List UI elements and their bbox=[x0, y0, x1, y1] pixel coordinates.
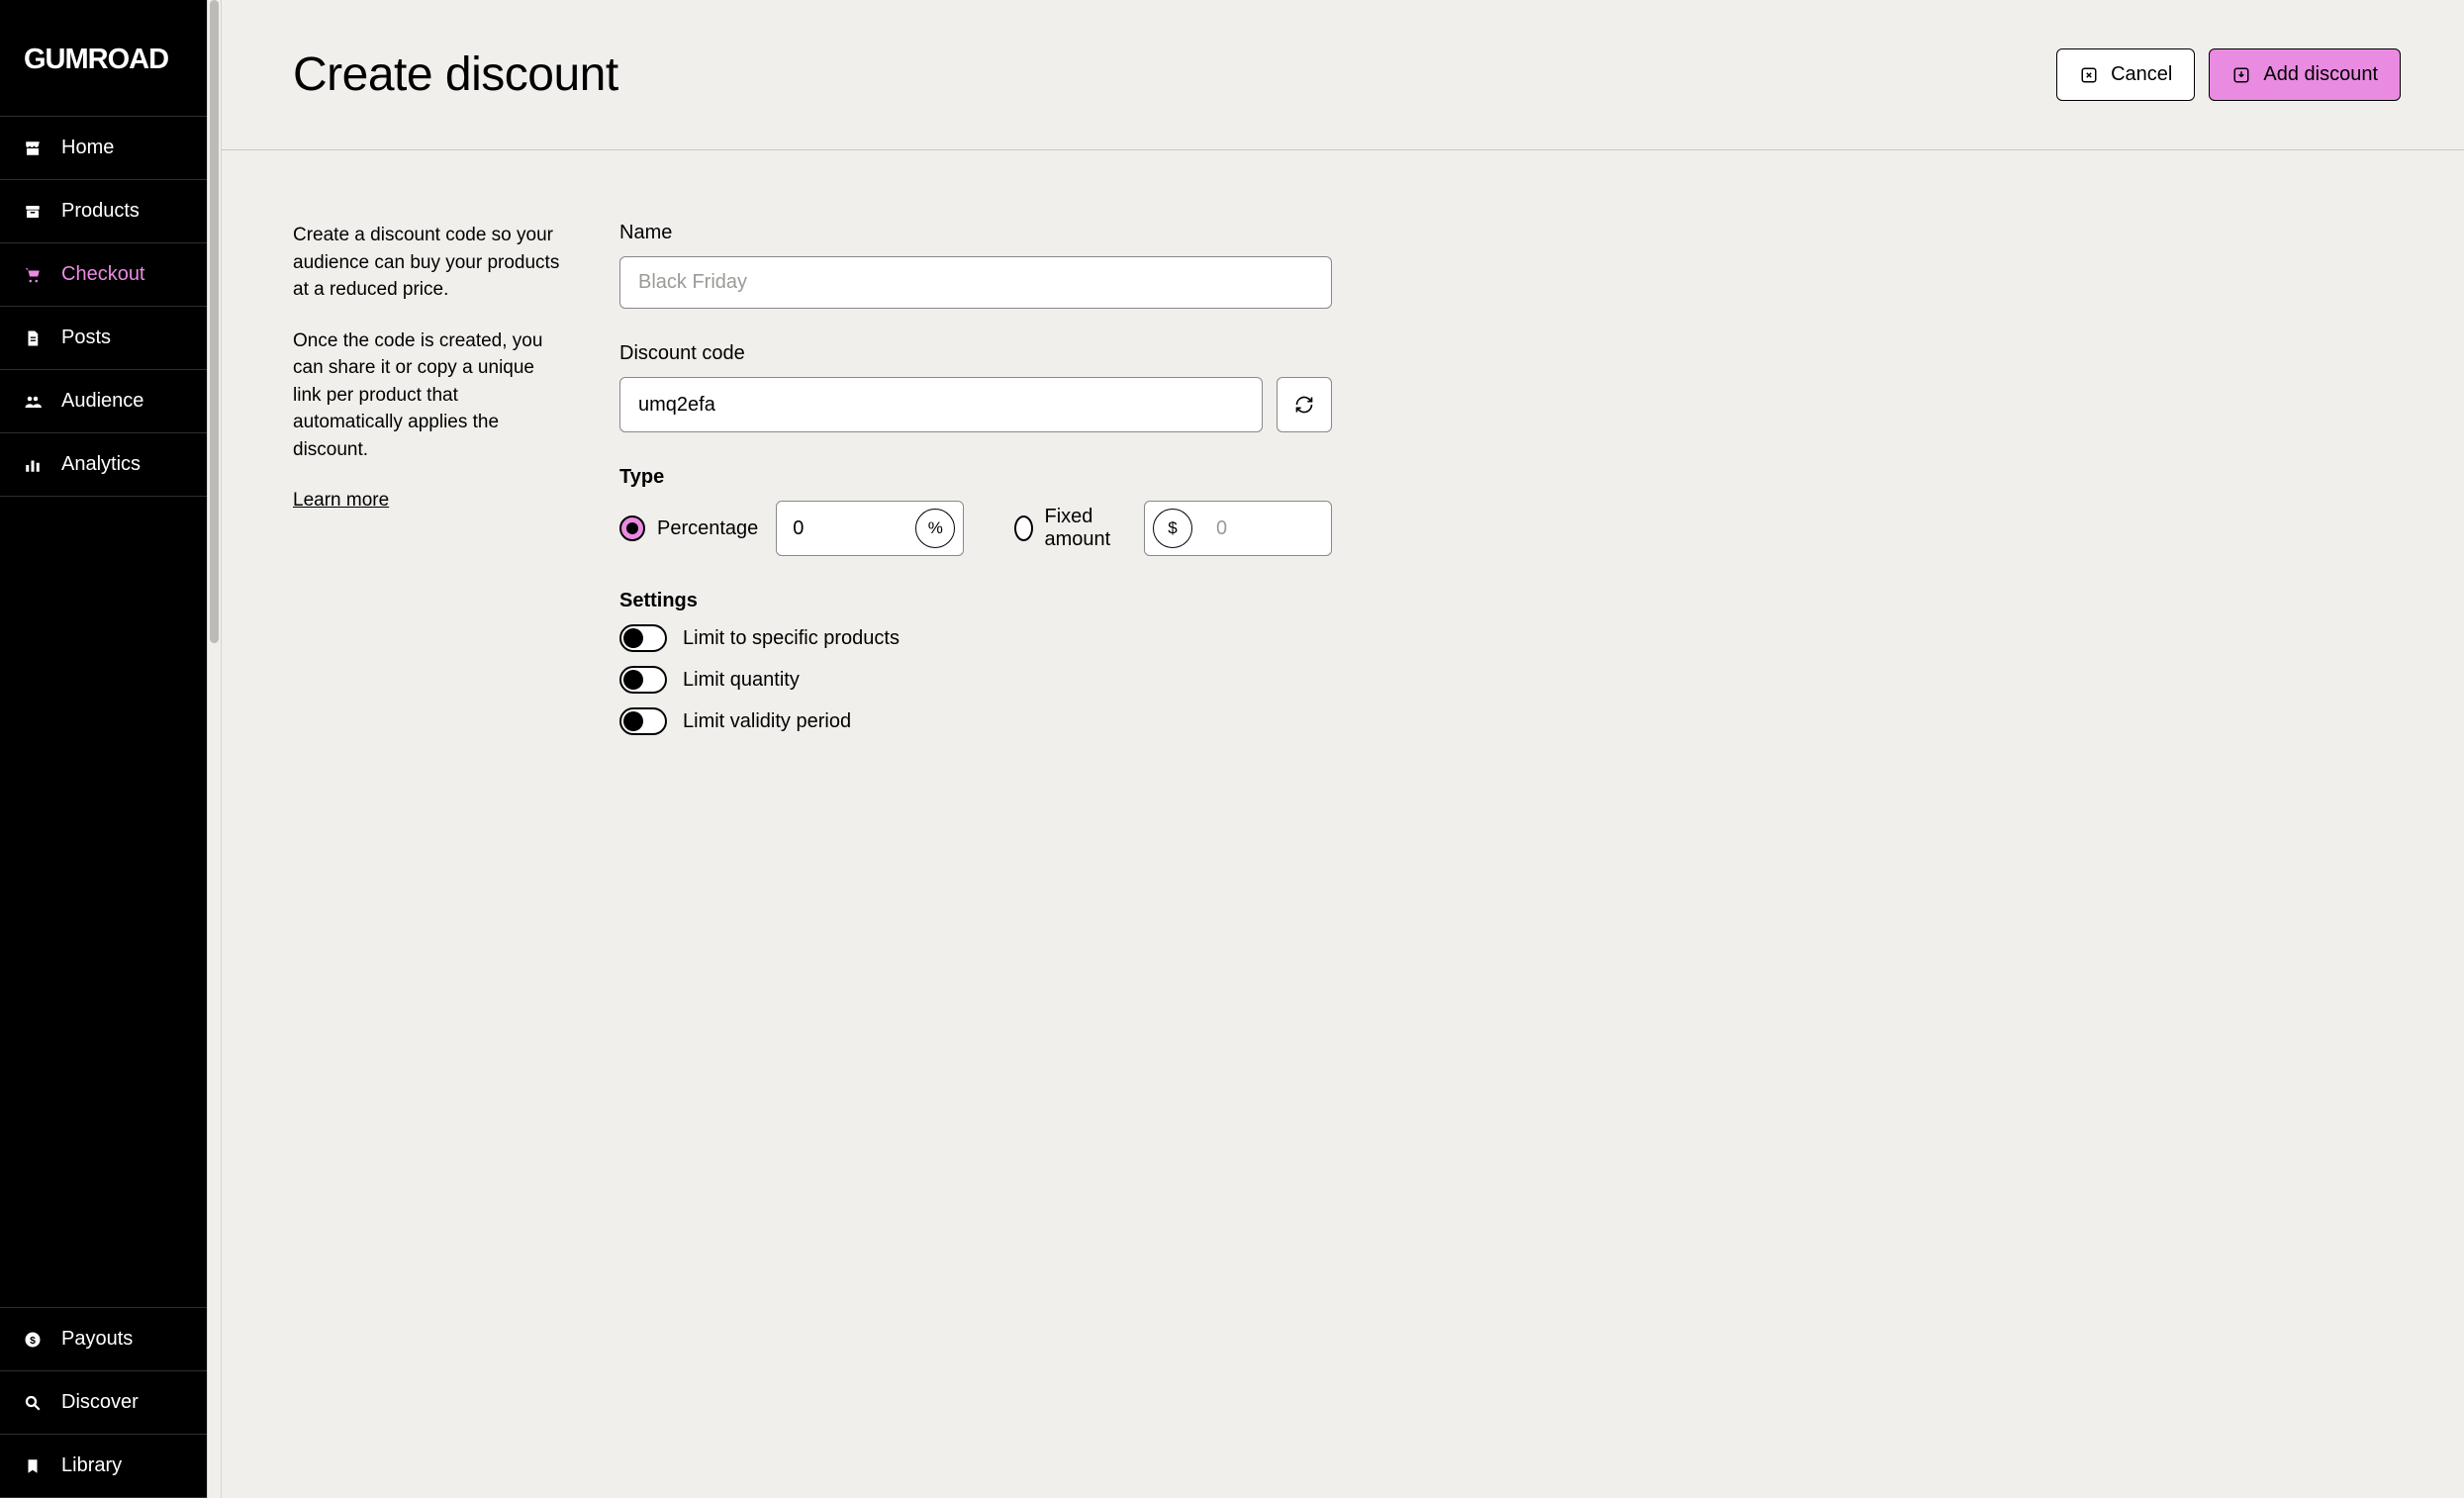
regenerate-code-button[interactable] bbox=[1277, 377, 1332, 432]
bars-icon bbox=[22, 454, 44, 476]
sidebar-item-label: Library bbox=[61, 1454, 122, 1477]
page-body: Create a discount code so your audience … bbox=[222, 150, 2464, 789]
refresh-icon bbox=[1294, 395, 1314, 415]
fixed-amount-input[interactable] bbox=[1200, 517, 1331, 540]
type-label: Type bbox=[619, 466, 1332, 489]
archive-icon bbox=[22, 201, 44, 223]
header-actions: Cancel Add discount bbox=[2056, 48, 2401, 101]
learn-more-link[interactable]: Learn more bbox=[293, 490, 389, 511]
sidebar-item-label: Payouts bbox=[61, 1328, 133, 1351]
sidebar-item-home[interactable]: Home bbox=[0, 116, 207, 179]
cart-icon bbox=[22, 264, 44, 286]
setting-limit-products: Limit to specific products bbox=[619, 624, 1332, 652]
radio-label: Percentage bbox=[657, 517, 758, 540]
nav-spacer bbox=[0, 497, 207, 1307]
sidebar-item-label: Analytics bbox=[61, 453, 141, 476]
page-title: Create discount bbox=[293, 47, 618, 102]
code-label: Discount code bbox=[619, 342, 1332, 365]
people-icon bbox=[22, 391, 44, 413]
sidebar-item-label: Discover bbox=[61, 1391, 139, 1414]
sidebar-item-products[interactable]: Products bbox=[0, 179, 207, 242]
toggle-label: Limit quantity bbox=[683, 669, 800, 692]
currency-unit: $ bbox=[1153, 509, 1192, 548]
percentage-input[interactable] bbox=[777, 517, 907, 540]
name-field: Name bbox=[619, 222, 1332, 309]
sidebar-item-analytics[interactable]: Analytics bbox=[0, 432, 207, 497]
toggle-label: Limit validity period bbox=[683, 710, 851, 733]
name-label: Name bbox=[619, 222, 1332, 244]
scrollbar-thumb[interactable] bbox=[210, 0, 219, 643]
button-label: Add discount bbox=[2263, 63, 2378, 86]
percentage-option[interactable]: Percentage bbox=[619, 515, 758, 541]
sidebar-item-audience[interactable]: Audience bbox=[0, 369, 207, 432]
dollar-icon: $ bbox=[22, 1329, 44, 1351]
sidebar-item-checkout[interactable]: Checkout bbox=[0, 242, 207, 306]
fixed-input-wrap: $ bbox=[1144, 501, 1332, 556]
setting-limit-validity: Limit validity period bbox=[619, 707, 1332, 735]
sidebar: GUMROAD Home Products Checkout Posts bbox=[0, 0, 207, 1498]
nav-group-bottom: $ Payouts Discover Library bbox=[0, 1307, 207, 1498]
code-field: Discount code bbox=[619, 342, 1332, 432]
main-panel: Create discount Cancel Add discount Crea… bbox=[222, 0, 2464, 1498]
form-column: Name Discount code Type bbox=[619, 222, 1332, 749]
logo: GUMROAD bbox=[0, 0, 207, 116]
brand-wordmark: GUMROAD bbox=[24, 44, 183, 76]
settings-label: Settings bbox=[619, 590, 1332, 612]
info-text-2: Once the code is created, you can share … bbox=[293, 328, 560, 464]
bookmark-icon bbox=[22, 1455, 44, 1477]
search-icon bbox=[22, 1392, 44, 1414]
x-square-icon bbox=[2079, 65, 2099, 85]
percent-unit: % bbox=[915, 509, 955, 548]
nav-group-top: Home Products Checkout Posts Audience bbox=[0, 116, 207, 497]
sidebar-item-posts[interactable]: Posts bbox=[0, 306, 207, 369]
file-icon bbox=[22, 328, 44, 349]
toggle-limit-products[interactable] bbox=[619, 624, 667, 652]
button-label: Cancel bbox=[2111, 63, 2172, 86]
radio-fixed[interactable] bbox=[1014, 515, 1033, 541]
setting-limit-quantity: Limit quantity bbox=[619, 666, 1332, 694]
type-field: Type Percentage % Fixed amount bbox=[619, 466, 1332, 556]
info-text-1: Create a discount code so your audience … bbox=[293, 222, 560, 304]
radio-percentage[interactable] bbox=[619, 515, 645, 541]
sidebar-item-label: Products bbox=[61, 200, 140, 223]
shop-icon bbox=[22, 138, 44, 159]
info-column: Create a discount code so your audience … bbox=[293, 222, 560, 749]
svg-text:$: $ bbox=[30, 1334, 36, 1346]
name-input[interactable] bbox=[619, 256, 1332, 309]
add-discount-button[interactable]: Add discount bbox=[2209, 48, 2401, 101]
sidebar-item-library[interactable]: Library bbox=[0, 1434, 207, 1498]
sidebar-item-payouts[interactable]: $ Payouts bbox=[0, 1307, 207, 1370]
sidebar-item-label: Audience bbox=[61, 390, 143, 413]
toggle-limit-validity[interactable] bbox=[619, 707, 667, 735]
percentage-input-wrap: % bbox=[776, 501, 964, 556]
fixed-option[interactable]: Fixed amount bbox=[1014, 506, 1126, 551]
radio-label: Fixed amount bbox=[1045, 506, 1126, 551]
sidebar-item-label: Posts bbox=[61, 327, 111, 349]
cancel-button[interactable]: Cancel bbox=[2056, 48, 2195, 101]
page-header: Create discount Cancel Add discount bbox=[222, 0, 2464, 150]
download-square-icon bbox=[2231, 65, 2251, 85]
settings-field: Settings Limit to specific products Limi… bbox=[619, 590, 1332, 749]
toggle-limit-quantity[interactable] bbox=[619, 666, 667, 694]
sidebar-item-discover[interactable]: Discover bbox=[0, 1370, 207, 1434]
scrollbar-track[interactable] bbox=[207, 0, 222, 1498]
sidebar-item-label: Checkout bbox=[61, 263, 145, 286]
toggle-label: Limit to specific products bbox=[683, 627, 900, 650]
discount-code-input[interactable] bbox=[619, 377, 1263, 432]
sidebar-item-label: Home bbox=[61, 137, 114, 159]
